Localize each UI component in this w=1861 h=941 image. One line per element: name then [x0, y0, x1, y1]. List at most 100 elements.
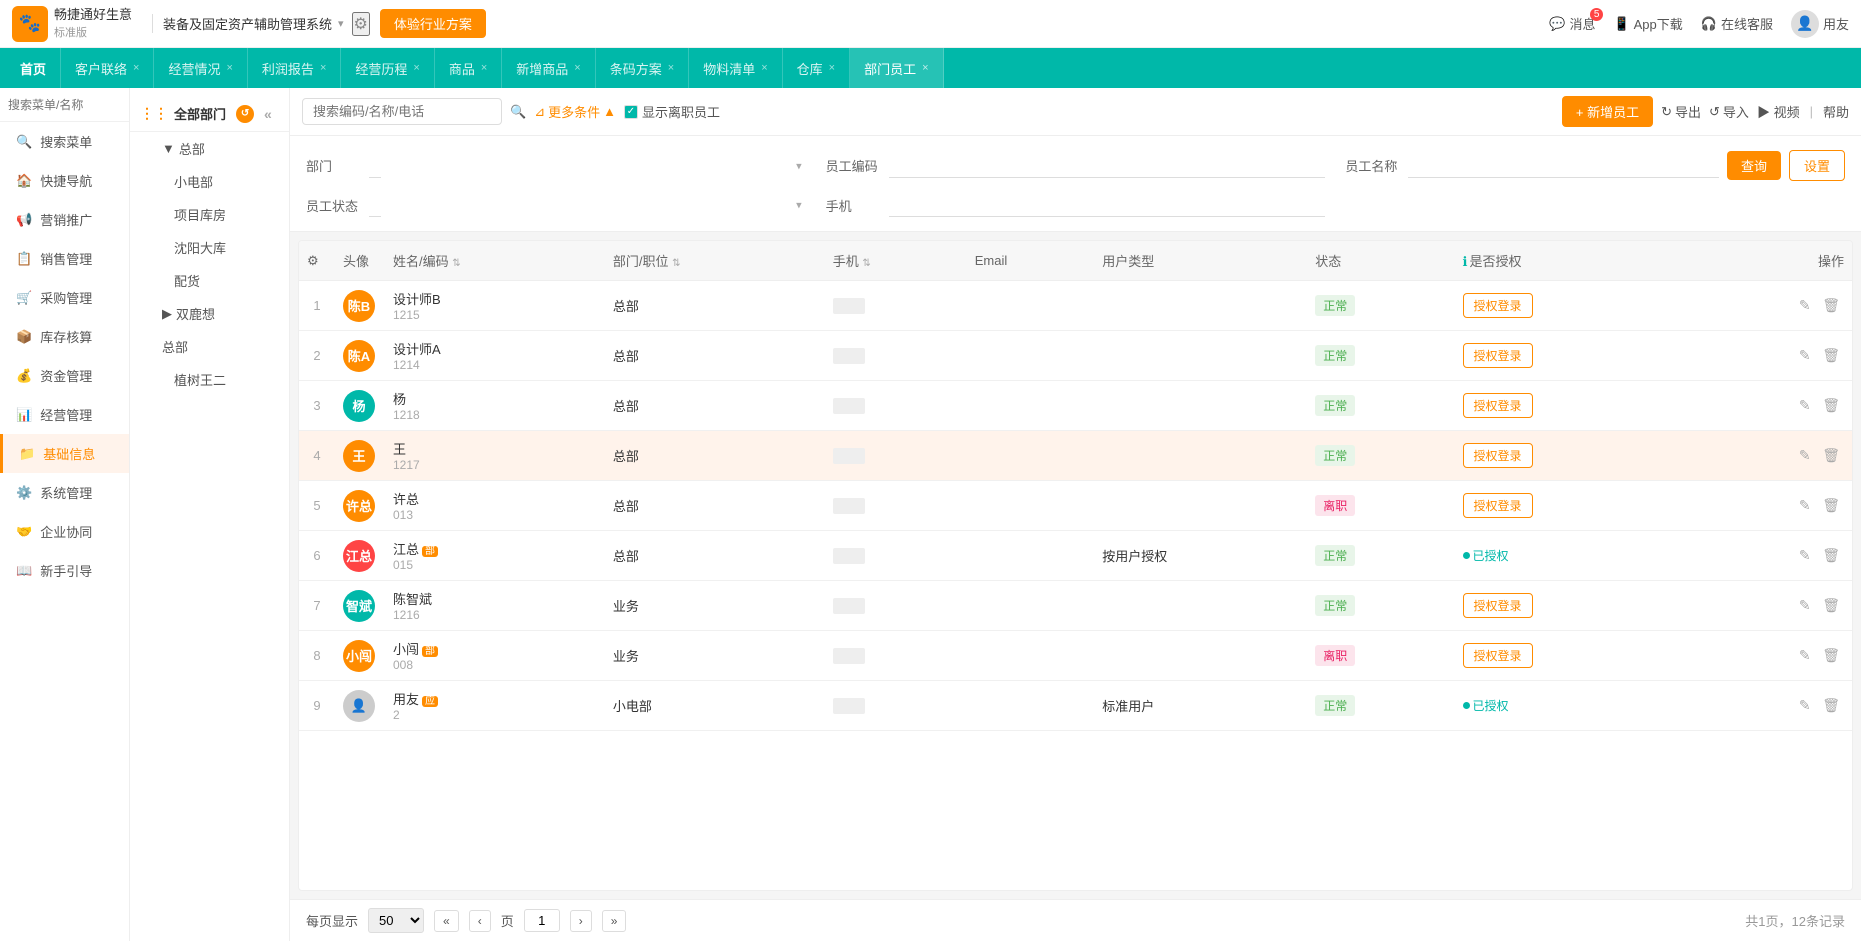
sort-icon[interactable]: ⇅ — [672, 258, 680, 269]
message-button[interactable]: 💬 5 消息 — [1549, 14, 1595, 33]
user-menu[interactable]: 👤 用友 — [1791, 10, 1849, 38]
sort-icon[interactable]: ⇅ — [862, 258, 870, 269]
tab-goods[interactable]: 商品 × — [435, 48, 502, 88]
close-icon[interactable]: × — [481, 62, 487, 74]
trial-button[interactable]: 体验行业方案 — [380, 9, 486, 38]
col-dept[interactable]: 部门/职位 ⇅ — [605, 241, 825, 281]
gear-button[interactable]: ⚙ — [352, 12, 370, 36]
dept-item-shenyang[interactable]: 沈阳大库 — [154, 231, 289, 264]
tab-new-goods[interactable]: 新增商品 × — [502, 48, 595, 88]
delete-button[interactable]: 🗑 — [1818, 445, 1844, 466]
emp-status-select[interactable] — [369, 193, 381, 217]
sidebar-item-purchase[interactable]: 🛒 采购管理 — [0, 278, 129, 317]
page-size-select[interactable]: 50 10 20 100 — [368, 908, 424, 933]
edit-button[interactable]: ✎ — [1795, 595, 1815, 616]
delete-button[interactable]: 🗑 — [1818, 295, 1844, 316]
delete-button[interactable]: 🗑 — [1818, 495, 1844, 516]
sidebar-item-operations[interactable]: 📊 经营管理 — [0, 395, 129, 434]
dept-item-distribution[interactable]: 配货 — [154, 264, 289, 297]
search-input[interactable] — [302, 98, 502, 125]
emp-name-input[interactable] — [1408, 154, 1719, 178]
add-employee-button[interactable]: + 新增员工 — [1562, 96, 1653, 127]
more-conditions-button[interactable]: ⊿ 更多条件 ▲ — [534, 102, 616, 121]
tab-bom[interactable]: 物料清单 × — [689, 48, 782, 88]
delete-button[interactable]: 🗑 — [1818, 595, 1844, 616]
phone-input[interactable] — [889, 193, 1326, 217]
sidebar-item-guide[interactable]: 📖 新手引导 — [0, 551, 129, 590]
dept-item-shuanglu[interactable]: ▶ 双鹿想 — [142, 297, 289, 330]
show-resigned-toggle[interactable]: ✓ 显示离职员工 — [624, 102, 720, 121]
delete-button[interactable]: 🗑 — [1818, 395, 1844, 416]
col-settings[interactable]: ⚙ — [299, 241, 335, 281]
tab-employees[interactable]: 部门员工 × — [850, 48, 943, 88]
edit-button[interactable]: ✎ — [1795, 645, 1815, 666]
export-button[interactable]: ↻ 导出 — [1661, 102, 1701, 121]
edit-button[interactable]: ✎ — [1795, 545, 1815, 566]
delete-button[interactable]: 🗑 — [1818, 645, 1844, 666]
help-button[interactable]: 帮助 — [1823, 102, 1849, 121]
first-page-button[interactable]: « — [434, 910, 459, 932]
close-icon[interactable]: × — [133, 62, 139, 74]
close-icon[interactable]: × — [922, 62, 928, 74]
sidebar-item-basic[interactable]: 📁 基础信息 — [0, 434, 129, 473]
video-button[interactable]: ▶ 视频 — [1757, 102, 1800, 121]
tab-operation[interactable]: 经营情况 × — [154, 48, 247, 88]
sidebar-item-system[interactable]: ⚙️ 系统管理 — [0, 473, 129, 512]
page-number-input[interactable] — [524, 909, 560, 932]
tab-warehouse[interactable]: 仓库 × — [783, 48, 850, 88]
auth-button[interactable]: 授权登录 — [1463, 493, 1533, 518]
search-icon[interactable]: 🔍 — [510, 104, 526, 120]
sidebar-item-collab[interactable]: 🤝 企业协同 — [0, 512, 129, 551]
auth-button[interactable]: 授权登录 — [1463, 293, 1533, 318]
tab-home[interactable]: 首页 — [6, 48, 61, 88]
emp-code-input[interactable] — [889, 154, 1326, 178]
dept-refresh-icon[interactable]: ↺ — [236, 105, 254, 123]
set-button[interactable]: 设置 — [1789, 150, 1845, 181]
close-icon[interactable]: × — [829, 62, 835, 74]
edit-button[interactable]: ✎ — [1795, 695, 1815, 716]
last-page-button[interactable]: » — [602, 910, 627, 932]
sidebar-item-sales[interactable]: 📋 销售管理 — [0, 239, 129, 278]
close-icon[interactable]: × — [668, 62, 674, 74]
sidebar-item-search[interactable]: 🔍 搜索菜单 — [0, 122, 129, 161]
auth-button[interactable]: 授权登录 — [1463, 643, 1533, 668]
dept-item-project-warehouse[interactable]: 项目库房 — [154, 198, 289, 231]
close-icon[interactable]: × — [226, 62, 232, 74]
tab-profit[interactable]: 利润报告 × — [248, 48, 341, 88]
dept-item-headquarters[interactable]: 总部 — [142, 330, 289, 363]
dept-item-small-elec[interactable]: 小电部 — [154, 165, 289, 198]
app-download-button[interactable]: 📱 App下载 — [1613, 14, 1682, 33]
next-page-button[interactable]: › — [570, 910, 592, 932]
edit-button[interactable]: ✎ — [1795, 295, 1815, 316]
close-icon[interactable]: × — [574, 62, 580, 74]
dept-item-zhishu[interactable]: 植树王二 — [154, 363, 289, 396]
auth-button[interactable]: 授权登录 — [1463, 343, 1533, 368]
close-icon[interactable]: × — [413, 62, 419, 74]
tab-history[interactable]: 经营历程 × — [341, 48, 434, 88]
auth-button[interactable]: 授权登录 — [1463, 593, 1533, 618]
query-button[interactable]: 查询 — [1727, 151, 1781, 180]
delete-button[interactable]: 🗑 — [1818, 345, 1844, 366]
sidebar-item-marketing[interactable]: 📢 营销推广 — [0, 200, 129, 239]
edit-button[interactable]: ✎ — [1795, 445, 1815, 466]
sidebar-search-input[interactable] — [8, 98, 130, 112]
auth-button[interactable]: 授权登录 — [1463, 393, 1533, 418]
online-service-button[interactable]: 🎧 在线客服 — [1701, 14, 1773, 33]
import-button[interactable]: ↺ 导入 — [1709, 102, 1749, 121]
tab-barcode[interactable]: 条码方案 × — [596, 48, 689, 88]
edit-button[interactable]: ✎ — [1795, 495, 1815, 516]
auth-button[interactable]: 授权登录 — [1463, 443, 1533, 468]
col-name[interactable]: 姓名/编码 ⇅ — [385, 241, 605, 281]
dept-collapse-icon[interactable]: « — [264, 106, 272, 122]
sys-title-arrow[interactable]: ▾ — [338, 17, 344, 30]
delete-button[interactable]: 🗑 — [1818, 545, 1844, 566]
tab-customer[interactable]: 客户联络 × — [61, 48, 154, 88]
col-phone[interactable]: 手机 ⇅ — [825, 241, 967, 281]
edit-button[interactable]: ✎ — [1795, 345, 1815, 366]
sidebar-item-nav[interactable]: 🏠 快捷导航 — [0, 161, 129, 200]
close-icon[interactable]: × — [761, 62, 767, 74]
dept-select[interactable] — [369, 154, 381, 178]
sort-icon[interactable]: ⇅ — [452, 258, 460, 269]
dept-item-headquarters-root[interactable]: ▼ 总部 — [142, 132, 289, 165]
sidebar-item-finance[interactable]: 💰 资金管理 — [0, 356, 129, 395]
